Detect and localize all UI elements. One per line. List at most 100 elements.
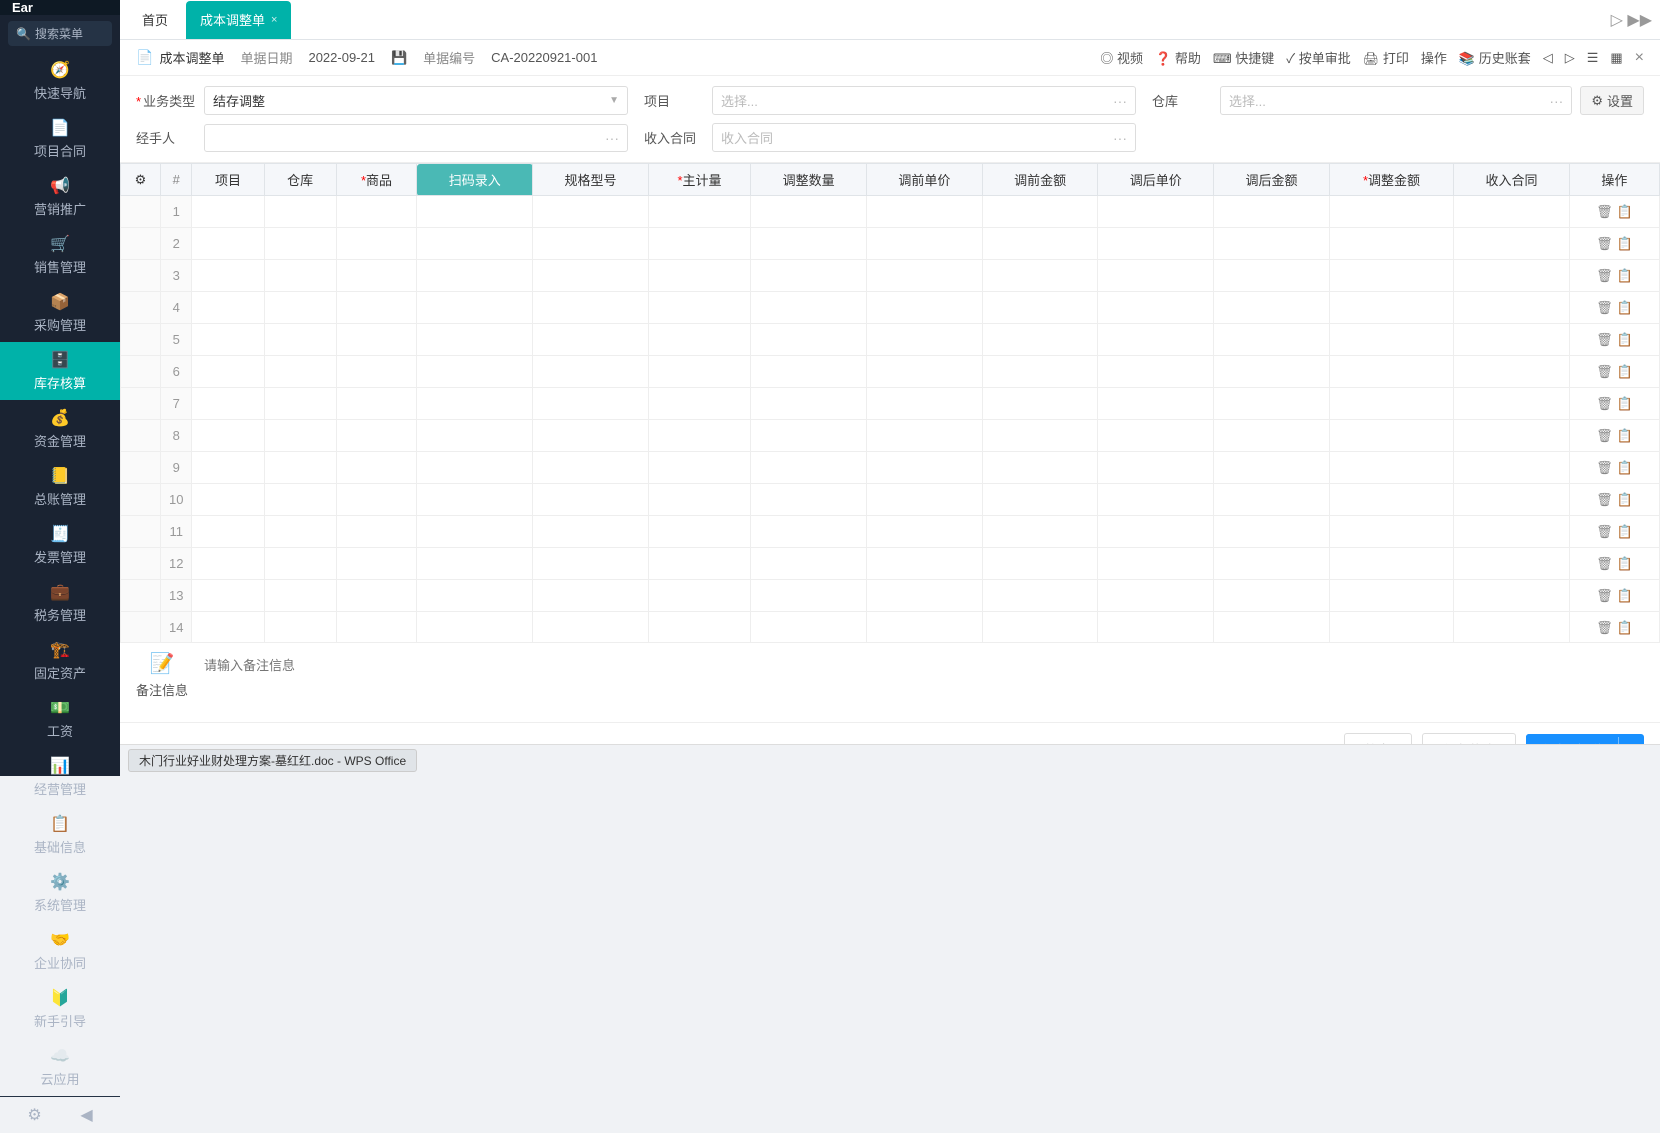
cell-7-5[interactable] xyxy=(648,388,750,420)
col-scan[interactable]: 扫码录入 xyxy=(417,164,533,196)
view-list[interactable]: ☰ xyxy=(1587,50,1599,66)
cell-4-3[interactable] xyxy=(417,292,533,324)
cell-6-7[interactable] xyxy=(866,356,982,388)
cell-9-11[interactable] xyxy=(1329,452,1453,484)
cell-1-8[interactable] xyxy=(982,196,1098,228)
cell-8-0[interactable] xyxy=(192,420,264,452)
cell-10-12[interactable] xyxy=(1454,484,1570,516)
cell-8-3[interactable] xyxy=(417,420,533,452)
nav-next[interactable]: ▷ xyxy=(1565,50,1575,66)
copy-icon-8[interactable]: 📋 xyxy=(1617,428,1633,444)
settings-icon[interactable]: ⚙ xyxy=(27,1105,41,1125)
delete-icon-2[interactable]: 🗑 xyxy=(1596,236,1613,252)
cell-12-2[interactable] xyxy=(336,548,417,580)
delete-icon-13[interactable]: 🗑 xyxy=(1596,588,1613,604)
cell-6-4[interactable] xyxy=(533,356,649,388)
copy-icon-12[interactable]: 📋 xyxy=(1617,556,1633,572)
cell-7-2[interactable] xyxy=(336,388,417,420)
action-operate[interactable]: 操作 xyxy=(1421,48,1447,67)
delete-icon-6[interactable]: 🗑 xyxy=(1596,364,1613,380)
cell-9-8[interactable] xyxy=(982,452,1098,484)
cell-13-1[interactable] xyxy=(264,580,336,612)
cell-2-7[interactable] xyxy=(866,228,982,260)
cell-3-5[interactable] xyxy=(648,260,750,292)
delete-icon-7[interactable]: 🗑 xyxy=(1596,396,1613,412)
cell-3-6[interactable] xyxy=(751,260,867,292)
cell-12-6[interactable] xyxy=(751,548,867,580)
cell-13-4[interactable] xyxy=(533,580,649,612)
cell-13-7[interactable] xyxy=(866,580,982,612)
cell-3-9[interactable] xyxy=(1098,260,1214,292)
cell-4-5[interactable] xyxy=(648,292,750,324)
cell-13-0[interactable] xyxy=(192,580,264,612)
cell-1-6[interactable] xyxy=(751,196,867,228)
delete-icon-4[interactable]: 🗑 xyxy=(1596,300,1613,316)
sidebar-item-tax-mgmt[interactable]: 💼税务管理 xyxy=(0,574,120,632)
cell-8-1[interactable] xyxy=(264,420,336,452)
cell-9-10[interactable] xyxy=(1214,452,1330,484)
cell-12-10[interactable] xyxy=(1214,548,1330,580)
cell-1-7[interactable] xyxy=(866,196,982,228)
cell-14-3[interactable] xyxy=(417,612,533,643)
cell-6-12[interactable] xyxy=(1454,356,1570,388)
cell-3-8[interactable] xyxy=(982,260,1098,292)
copy-icon-10[interactable]: 📋 xyxy=(1617,492,1633,508)
cell-4-2[interactable] xyxy=(336,292,417,324)
cell-8-7[interactable] xyxy=(866,420,982,452)
cell-9-2[interactable] xyxy=(336,452,417,484)
delete-icon-5[interactable]: 🗑 xyxy=(1596,332,1613,348)
cell-11-2[interactable] xyxy=(336,516,417,548)
cell-2-5[interactable] xyxy=(648,228,750,260)
copy-icon-3[interactable]: 📋 xyxy=(1617,268,1633,284)
action-help[interactable]: ❓ 帮助 xyxy=(1155,48,1201,67)
cell-14-9[interactable] xyxy=(1098,612,1214,643)
copy-icon-9[interactable]: 📋 xyxy=(1617,460,1633,476)
col-settings[interactable]: ⚙ xyxy=(121,164,161,196)
sidebar-item-inventory[interactable]: 🗄️库存核算 xyxy=(0,342,120,400)
cell-2-12[interactable] xyxy=(1454,228,1570,260)
cell-12-8[interactable] xyxy=(982,548,1098,580)
cell-7-0[interactable] xyxy=(192,388,264,420)
action-print[interactable]: 🖨 打印 xyxy=(1363,48,1409,67)
sidebar-item-sales-mgmt[interactable]: 🛒销售管理 xyxy=(0,226,120,284)
copy-icon-4[interactable]: 📋 xyxy=(1617,300,1633,316)
cell-5-3[interactable] xyxy=(417,324,533,356)
cell-6-2[interactable] xyxy=(336,356,417,388)
cell-9-4[interactable] xyxy=(533,452,649,484)
cell-5-4[interactable] xyxy=(533,324,649,356)
cell-1-11[interactable] xyxy=(1329,196,1453,228)
cell-6-6[interactable] xyxy=(751,356,867,388)
cell-7-12[interactable] xyxy=(1454,388,1570,420)
cell-5-5[interactable] xyxy=(648,324,750,356)
cell-5-8[interactable] xyxy=(982,324,1098,356)
copy-icon-11[interactable]: 📋 xyxy=(1617,524,1633,540)
copy-icon-1[interactable]: 📋 xyxy=(1617,204,1633,220)
cell-8-5[interactable] xyxy=(648,420,750,452)
cell-14-0[interactable] xyxy=(192,612,264,643)
cell-11-8[interactable] xyxy=(982,516,1098,548)
delete-icon-3[interactable]: 🗑 xyxy=(1596,268,1613,284)
doc-close-btn[interactable]: × xyxy=(1635,49,1644,67)
cell-3-3[interactable] xyxy=(417,260,533,292)
cell-13-5[interactable] xyxy=(648,580,750,612)
warehouse-input[interactable]: 选择... ··· xyxy=(1220,86,1572,115)
action-view[interactable]: ◎ 视频 xyxy=(1100,48,1143,67)
cell-13-10[interactable] xyxy=(1214,580,1330,612)
cell-11-1[interactable] xyxy=(264,516,336,548)
cell-7-3[interactable] xyxy=(417,388,533,420)
cell-8-12[interactable] xyxy=(1454,420,1570,452)
cell-3-1[interactable] xyxy=(264,260,336,292)
cell-3-11[interactable] xyxy=(1329,260,1453,292)
cell-8-6[interactable] xyxy=(751,420,867,452)
cell-4-4[interactable] xyxy=(533,292,649,324)
cell-14-7[interactable] xyxy=(866,612,982,643)
copy-icon-2[interactable]: 📋 xyxy=(1617,236,1633,252)
cell-6-10[interactable] xyxy=(1214,356,1330,388)
cell-1-1[interactable] xyxy=(264,196,336,228)
action-shortcut[interactable]: ⌨ 快捷键 xyxy=(1213,48,1274,67)
sidebar-item-payroll[interactable]: 💵工资 xyxy=(0,690,120,748)
cell-4-10[interactable] xyxy=(1214,292,1330,324)
cell-11-3[interactable] xyxy=(417,516,533,548)
cell-9-1[interactable] xyxy=(264,452,336,484)
cell-2-8[interactable] xyxy=(982,228,1098,260)
